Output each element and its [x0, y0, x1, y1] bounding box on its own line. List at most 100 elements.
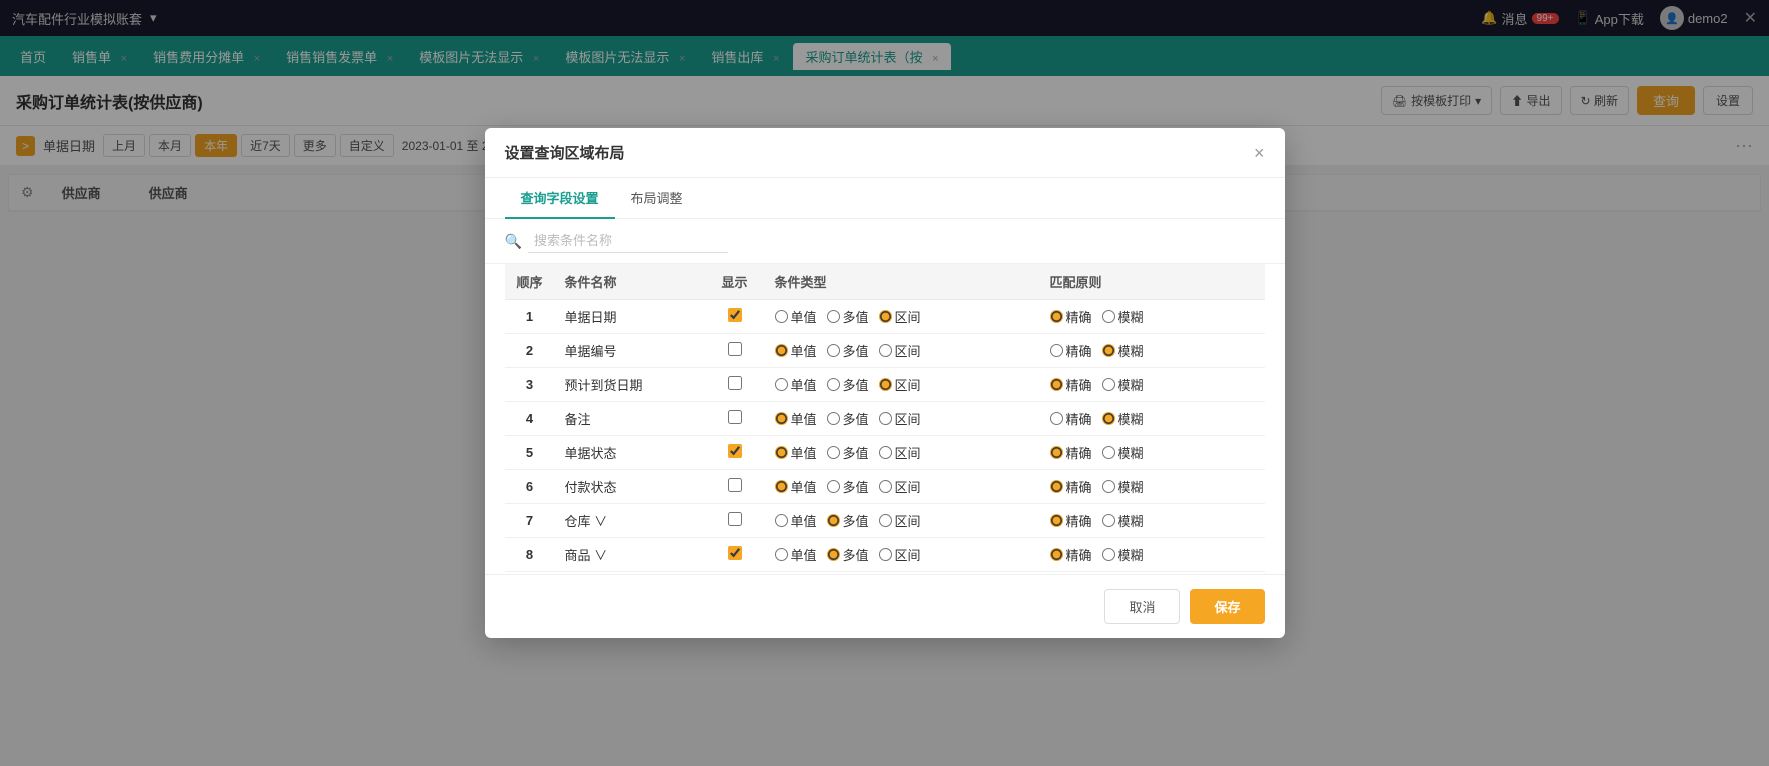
cell-order: 4	[505, 402, 555, 436]
type-radio-type_multi[interactable]: 多值	[827, 443, 869, 462]
tab-query-fields[interactable]: 查询字段设置	[505, 178, 615, 219]
th-show: 显示	[705, 264, 765, 300]
cell-name: 商品 ∨	[555, 538, 705, 572]
show-checkbox[interactable]	[728, 342, 742, 356]
match-radio-match_fuzzy[interactable]: 模糊	[1102, 307, 1144, 326]
cell-show[interactable]	[705, 436, 765, 470]
show-checkbox[interactable]	[728, 444, 742, 458]
cell-name: 单据编号	[555, 334, 705, 368]
conditions-table: 顺序 条件名称 显示 条件类型 匹配原则 1单据日期单值多值区间精确模糊2单据编…	[505, 264, 1265, 574]
dialog-header: 设置查询区域布局 ×	[485, 128, 1285, 178]
cell-order: 6	[505, 470, 555, 504]
type-radio-type_single[interactable]: 单值	[775, 375, 817, 394]
match-radio-match_exact[interactable]: 精确	[1050, 545, 1092, 564]
cell-show[interactable]	[705, 538, 765, 572]
cell-show[interactable]	[705, 368, 765, 402]
settings-dialog: 设置查询区域布局 × 查询字段设置 布局调整 🔍 顺序	[485, 128, 1285, 638]
type-radio-type_multi[interactable]: 多值	[827, 341, 869, 360]
cell-order: 5	[505, 436, 555, 470]
type-radio-type_range[interactable]: 区间	[879, 545, 921, 564]
type-radio-type_range[interactable]: 区间	[879, 443, 921, 462]
type-radio-type_range[interactable]: 区间	[879, 409, 921, 428]
tab-layout-adjust[interactable]: 布局调整	[615, 178, 699, 219]
cell-match: 精确模糊	[1040, 504, 1265, 538]
type-radio-type_single[interactable]: 单值	[775, 409, 817, 428]
show-checkbox[interactable]	[728, 478, 742, 492]
match-radio-match_exact[interactable]: 精确	[1050, 341, 1092, 360]
match-radio-match_fuzzy[interactable]: 模糊	[1102, 477, 1144, 496]
match-radio-match_fuzzy[interactable]: 模糊	[1102, 409, 1144, 428]
match-radio-match_fuzzy[interactable]: 模糊	[1102, 443, 1144, 462]
match-radio-match_exact[interactable]: 精确	[1050, 375, 1092, 394]
match-radio-match_fuzzy[interactable]: 模糊	[1102, 545, 1144, 564]
show-checkbox[interactable]	[728, 410, 742, 424]
show-checkbox[interactable]	[728, 308, 742, 322]
show-checkbox[interactable]	[728, 376, 742, 390]
show-checkbox[interactable]	[728, 512, 742, 526]
type-radio-type_multi[interactable]: 多值	[827, 409, 869, 428]
cell-match: 精确模糊	[1040, 436, 1265, 470]
table-row: 5单据状态 单值多值区间 精确模糊	[505, 436, 1265, 470]
type-radio-type_multi[interactable]: 多值	[827, 477, 869, 496]
type-radio-type_range[interactable]: 区间	[879, 341, 921, 360]
type-radio-type_single[interactable]: 单值	[775, 307, 817, 326]
type-radio-type_single[interactable]: 单值	[775, 477, 817, 496]
match-radio-match_exact[interactable]: 精确	[1050, 307, 1092, 326]
match-radio-match_exact[interactable]: 精确	[1050, 511, 1092, 530]
cell-order: 7	[505, 504, 555, 538]
cell-show[interactable]	[705, 470, 765, 504]
cell-show[interactable]	[705, 402, 765, 436]
cell-show[interactable]	[705, 334, 765, 368]
show-checkbox[interactable]	[728, 546, 742, 560]
dialog-search-area: 🔍	[485, 219, 1285, 264]
cell-match: 精确模糊	[1040, 538, 1265, 572]
type-radio-type_single[interactable]: 单值	[775, 511, 817, 530]
type-radio-type_multi[interactable]: 多值	[827, 307, 869, 326]
type-radio-type_range[interactable]: 区间	[879, 375, 921, 394]
match-radio-match_exact[interactable]: 精确	[1050, 409, 1092, 428]
search-icon: 🔍	[505, 233, 522, 250]
cell-order: 2	[505, 334, 555, 368]
search-input[interactable]	[528, 229, 728, 253]
cell-type: 单值多值区间	[765, 470, 1040, 504]
type-radio-type_range[interactable]: 区间	[879, 511, 921, 530]
match-radio-match_fuzzy[interactable]: 模糊	[1102, 511, 1144, 530]
match-radio-match_exact[interactable]: 精确	[1050, 443, 1092, 462]
save-button[interactable]: 保存	[1190, 589, 1264, 624]
cancel-button[interactable]: 取消	[1104, 589, 1180, 624]
cell-match: 精确模糊	[1040, 402, 1265, 436]
th-order: 顺序	[505, 264, 555, 300]
table-scroll-area[interactable]: 顺序 条件名称 显示 条件类型 匹配原则 1单据日期单值多值区间精确模糊2单据编…	[505, 264, 1265, 574]
table-body: 1单据日期单值多值区间精确模糊2单据编号单值多值区间精确模糊3预计到货日期单值多…	[505, 300, 1265, 575]
table-row: 7仓库 ∨ 单值多值区间 精确模糊	[505, 504, 1265, 538]
cell-type: 单值多值区间	[765, 402, 1040, 436]
type-radio-type_range[interactable]: 区间	[879, 307, 921, 326]
match-radio-match_exact[interactable]: 精确	[1050, 477, 1092, 496]
type-radio-type_single[interactable]: 单值	[775, 545, 817, 564]
cell-name: 付款状态	[555, 470, 705, 504]
match-radio-match_fuzzy[interactable]: 模糊	[1102, 341, 1144, 360]
cell-match: 精确模糊	[1040, 470, 1265, 504]
cell-type: 单值多值区间	[765, 334, 1040, 368]
type-radio-type_single[interactable]: 单值	[775, 443, 817, 462]
type-radio-type_multi[interactable]: 多值	[827, 375, 869, 394]
type-radio-type_multi[interactable]: 多值	[827, 545, 869, 564]
th-name: 条件名称	[555, 264, 705, 300]
cell-name: 预计到货日期	[555, 368, 705, 402]
dialog-tabs: 查询字段设置 布局调整	[485, 178, 1285, 219]
dialog-footer: 取消 保存	[485, 574, 1285, 638]
cell-show[interactable]	[705, 504, 765, 538]
table-row: 3预计到货日期单值多值区间精确模糊	[505, 368, 1265, 402]
type-radio-type_single[interactable]: 单值	[775, 341, 817, 360]
type-radio-type_range[interactable]: 区间	[879, 477, 921, 496]
match-radio-match_fuzzy[interactable]: 模糊	[1102, 375, 1144, 394]
dialog-close-button[interactable]: ×	[1254, 144, 1265, 162]
cell-name: 单据状态	[555, 436, 705, 470]
cell-type: 单值多值区间	[765, 368, 1040, 402]
table-row: 4备注单值多值区间精确模糊	[505, 402, 1265, 436]
cell-match: 精确模糊	[1040, 300, 1265, 334]
cell-name: 仓库 ∨	[555, 504, 705, 538]
cell-name: 单据日期	[555, 300, 705, 334]
cell-show[interactable]	[705, 300, 765, 334]
type-radio-type_multi[interactable]: 多值	[827, 511, 869, 530]
